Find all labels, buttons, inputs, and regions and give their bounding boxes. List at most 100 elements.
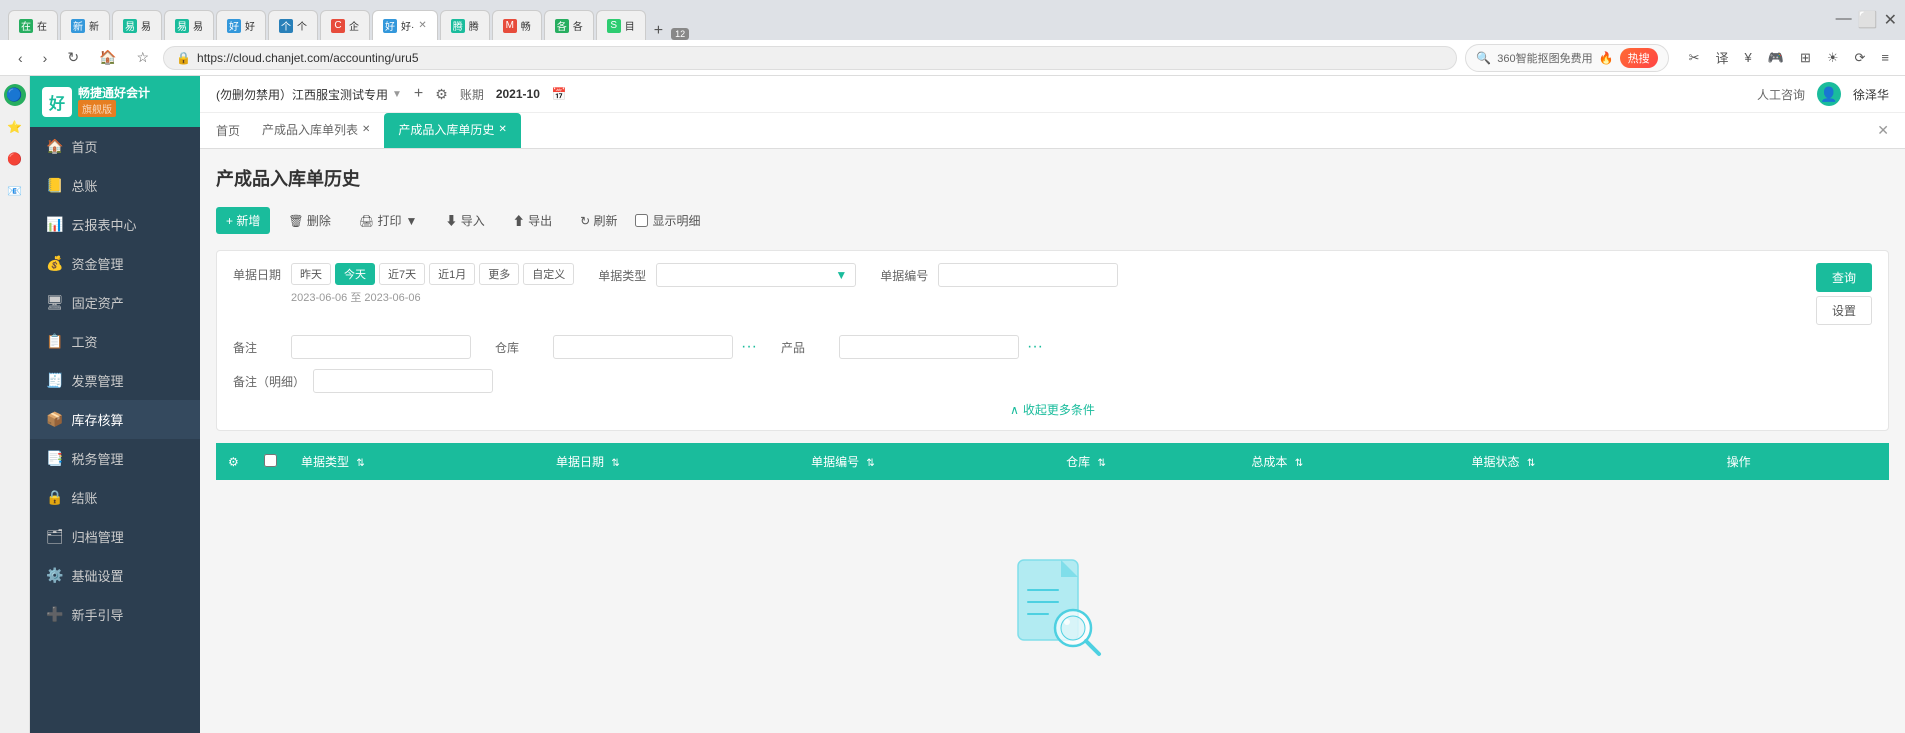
col-bill-status[interactable]: 单据状态 ⇅ <box>1460 443 1715 480</box>
show-cols-checkbox[interactable] <box>635 214 648 227</box>
nav-item-ledger[interactable]: 📒 总账 <box>30 166 200 205</box>
nav-item-invoice[interactable]: 🧾 发票管理 <box>30 361 200 400</box>
bookmark-btn[interactable]: ☆ <box>131 47 156 68</box>
export-btn[interactable]: ⬆ 导出 <box>503 207 562 234</box>
date-btn-more[interactable]: 更多 <box>479 263 519 285</box>
nav-item-inventory[interactable]: 📦 库存核算 <box>30 400 200 439</box>
tab-4[interactable]: 易 易 <box>164 10 214 40</box>
tab-10[interactable]: M 畅 <box>492 10 542 40</box>
remark-input[interactable] <box>291 335 471 359</box>
bill-no-input[interactable] <box>938 263 1118 287</box>
minimize-btn[interactable]: — <box>1836 10 1852 30</box>
tab-8-active[interactable]: 好 好· ✕ <box>372 10 438 40</box>
print-btn[interactable]: 🖨 打印 ▼ <box>349 207 427 234</box>
collapse-btn[interactable]: ∧ 收起更多条件 <box>233 401 1872 418</box>
nav-item-reports[interactable]: 📊 云报表中心 <box>30 205 200 244</box>
breadcrumb-home[interactable]: 首页 <box>216 122 240 139</box>
nav-item-home[interactable]: 🏠 首页 <box>30 127 200 166</box>
gamepad-btn[interactable]: 🎮 <box>1764 48 1788 68</box>
col-bill-type[interactable]: 单据类型 ⇅ <box>289 443 544 480</box>
tab-history[interactable]: 产成品入库单历史 ✕ <box>384 113 520 148</box>
tab-list-close[interactable]: ✕ <box>362 124 370 135</box>
tab-7[interactable]: C 企 <box>320 10 370 40</box>
date-btn-today[interactable]: 今天 <box>335 263 375 285</box>
nav-item-tax[interactable]: 📑 税务管理 <box>30 439 200 478</box>
grid-btn[interactable]: ⊞ <box>1796 48 1815 68</box>
tab-12[interactable]: S 目 <box>596 10 646 40</box>
col-warehouse[interactable]: 仓库 ⇅ <box>1054 443 1239 480</box>
search-box[interactable]: 🔍 360智能抠图免费用 🔥 热搜 <box>1465 44 1668 72</box>
date-btn-custom[interactable]: 自定义 <box>523 263 574 285</box>
translate-btn[interactable]: 译 <box>1712 46 1733 69</box>
product-dots-btn[interactable]: ··· <box>1027 338 1043 356</box>
col-checkbox[interactable] <box>252 443 289 480</box>
company-settings-btn[interactable]: ⚙ <box>435 86 448 103</box>
page-content: 产成品入库单历史 + 新增 🗑 删除 🖨 打印 ▼ ⬇ 导入 ⬆ 导出 ↻ 刷新… <box>200 149 1905 733</box>
query-btn[interactable]: 查询 <box>1816 263 1872 292</box>
tab-3[interactable]: 易 易 <box>112 10 162 40</box>
calendar-icon[interactable]: 📅 <box>552 87 567 101</box>
hot-search-badge[interactable]: 热搜 <box>1620 48 1658 68</box>
nav-item-fixed[interactable]: 🖥 固定资产 <box>30 283 200 322</box>
date-btn-yesterday[interactable]: 昨天 <box>291 263 331 285</box>
reload-btn[interactable]: ↻ <box>61 47 85 68</box>
nav-item-archive[interactable]: 🗂 归档管理 <box>30 517 200 556</box>
col-total-cost[interactable]: 总成本 ⇅ <box>1239 443 1459 480</box>
cny-btn[interactable]: ¥ <box>1741 48 1756 67</box>
tab-5[interactable]: 好 好 <box>216 10 266 40</box>
date-btn-7days[interactable]: 近7天 <box>379 263 425 285</box>
new-tab-btn[interactable]: + <box>648 22 669 40</box>
tab-11[interactable]: 各 各 <box>544 10 594 40</box>
filter-settings-btn[interactable]: 设置 <box>1816 296 1872 325</box>
warehouse-dots-btn[interactable]: ··· <box>741 338 757 356</box>
tab-2[interactable]: 新 新 <box>60 10 110 40</box>
address-input[interactable]: 🔒 https://cloud.chanjet.com/accounting/u… <box>163 46 1457 70</box>
tab-8-close[interactable]: ✕ <box>418 20 426 31</box>
nav-item-newbill[interactable]: ➕ 新手引导 <box>30 595 200 634</box>
tab-9[interactable]: 腾 腾 <box>440 10 490 40</box>
app-icon-red[interactable]: 🔴 <box>4 148 26 170</box>
tab-1[interactable]: 在 在 <box>8 10 58 40</box>
col-bill-date[interactable]: 单据日期 ⇅ <box>544 443 799 480</box>
tab-6[interactable]: 个 个 <box>268 10 318 40</box>
content-close-btn[interactable]: ✕ <box>1877 122 1889 139</box>
remark-detail-input[interactable] <box>313 369 493 393</box>
sun-btn[interactable]: ☀ <box>1823 48 1843 68</box>
app-icon-star[interactable]: ⭐ <box>4 116 26 138</box>
nav-item-tax-label: 税务管理 <box>71 449 123 468</box>
menu-btn[interactable]: ≡ <box>1877 48 1893 67</box>
col-bill-no[interactable]: 单据编号 ⇅ <box>799 443 1054 480</box>
nav-item-close[interactable]: 🔒 结账 <box>30 478 200 517</box>
scissors-btn[interactable]: ✂ <box>1685 48 1704 68</box>
maximize-btn[interactable]: ⬜ <box>1858 10 1878 30</box>
back-btn[interactable]: ‹ <box>12 48 29 68</box>
nav-item-payroll[interactable]: 📋 工资 <box>30 322 200 361</box>
nav-item-base[interactable]: ⚙️ 基础设置 <box>30 556 200 595</box>
col-gear[interactable]: ⚙ <box>216 443 252 480</box>
warehouse-input[interactable] <box>553 335 733 359</box>
tab-list[interactable]: 产成品入库单列表 ✕ <box>248 113 384 148</box>
period-value: 2021-10 <box>496 87 540 101</box>
import-btn[interactable]: ⬇ 导入 <box>435 207 494 234</box>
add-bill-btn[interactable]: + 新增 <box>216 207 270 234</box>
select-all-checkbox[interactable] <box>264 454 277 467</box>
sync-btn[interactable]: ⟳ <box>1851 48 1870 68</box>
forward-btn[interactable]: › <box>37 48 54 68</box>
app-icon-circle[interactable]: 🔵 <box>4 84 26 106</box>
show-cols-label[interactable]: 显示明细 <box>635 212 700 229</box>
product-input[interactable] <box>839 335 1019 359</box>
delete-btn[interactable]: 🗑 删除 <box>278 207 341 234</box>
app-icon-email[interactable]: 📧 <box>4 180 26 202</box>
tab-history-close[interactable]: ✕ <box>498 124 506 135</box>
nav-item-finance[interactable]: 💰 资金管理 <box>30 244 200 283</box>
col-bill-no-sort-icon: ⇅ <box>866 458 874 469</box>
finance-nav-icon: 💰 <box>46 255 63 272</box>
user-service-link[interactable]: 人工咨询 <box>1757 86 1805 103</box>
refresh-btn[interactable]: ↻ 刷新 <box>570 207 627 234</box>
close-btn[interactable]: ✕ <box>1884 10 1897 30</box>
home-btn[interactable]: 🏠 <box>93 47 122 68</box>
bill-type-select[interactable]: ▼ <box>656 263 856 287</box>
add-company-btn[interactable]: + <box>414 85 423 103</box>
date-btn-1month[interactable]: 近1月 <box>429 263 475 285</box>
company-select[interactable]: (勿删勿禁用）江西服宝测试专用 ▼ <box>216 86 402 103</box>
